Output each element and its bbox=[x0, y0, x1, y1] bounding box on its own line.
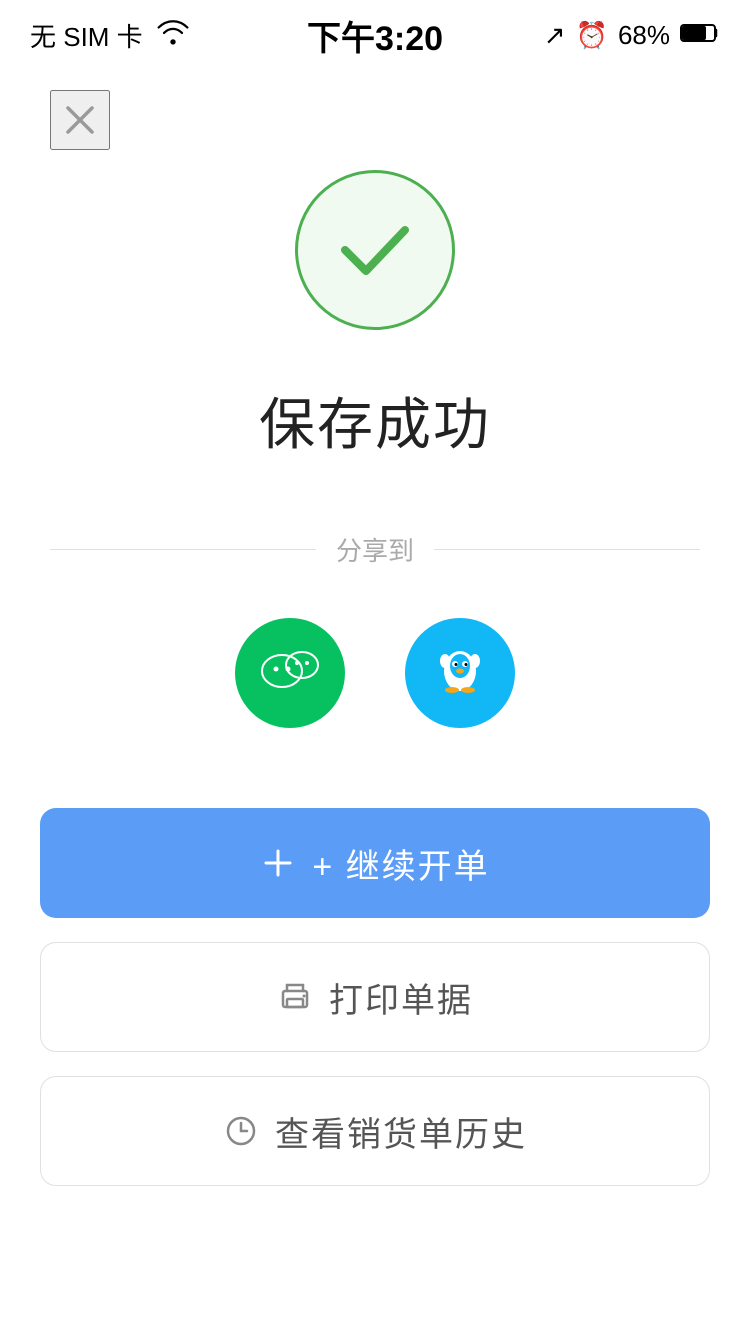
divider-right bbox=[434, 549, 700, 550]
share-icons-row bbox=[235, 618, 515, 728]
success-icon-circle bbox=[295, 170, 455, 330]
continue-button[interactable]: + 继续开单 bbox=[40, 808, 710, 918]
wifi-icon bbox=[155, 19, 191, 52]
print-icon bbox=[277, 979, 313, 1015]
status-time: 下午3:20 bbox=[307, 11, 443, 60]
share-divider-section: 分享到 bbox=[0, 531, 750, 568]
close-button[interactable] bbox=[50, 90, 110, 150]
status-left: 无 SIM 卡 bbox=[30, 17, 191, 54]
status-right: ↗ ⏰ 68% bbox=[544, 20, 720, 51]
no-sim-label: 无 SIM 卡 bbox=[30, 17, 143, 54]
battery-icon bbox=[680, 20, 720, 51]
history-button[interactable]: 查看销货单历史 bbox=[40, 1076, 710, 1186]
battery-label: 68% bbox=[618, 20, 670, 51]
print-label: 打印单据 bbox=[329, 973, 473, 1022]
wechat-share-button[interactable] bbox=[235, 618, 345, 728]
alarm-icon: ⏰ bbox=[576, 20, 608, 51]
divider-left bbox=[50, 549, 316, 550]
history-label: 查看销货单历史 bbox=[275, 1107, 527, 1156]
history-icon bbox=[223, 1113, 259, 1149]
print-button[interactable]: 打印单据 bbox=[40, 942, 710, 1052]
share-label: 分享到 bbox=[316, 531, 434, 568]
qq-share-button[interactable] bbox=[405, 618, 515, 728]
action-buttons: + 继续开单 打印单据 查看销 bbox=[0, 808, 750, 1186]
continue-label: + 继续开单 bbox=[312, 839, 489, 888]
location-icon: ↗ bbox=[544, 20, 566, 51]
plus-icon bbox=[260, 845, 296, 881]
success-title: 保存成功 bbox=[259, 380, 491, 461]
main-content: 保存成功 分享到 bbox=[0, 70, 750, 1186]
status-bar: 无 SIM 卡 下午3:20 ↗ ⏰ 68% bbox=[0, 0, 750, 70]
